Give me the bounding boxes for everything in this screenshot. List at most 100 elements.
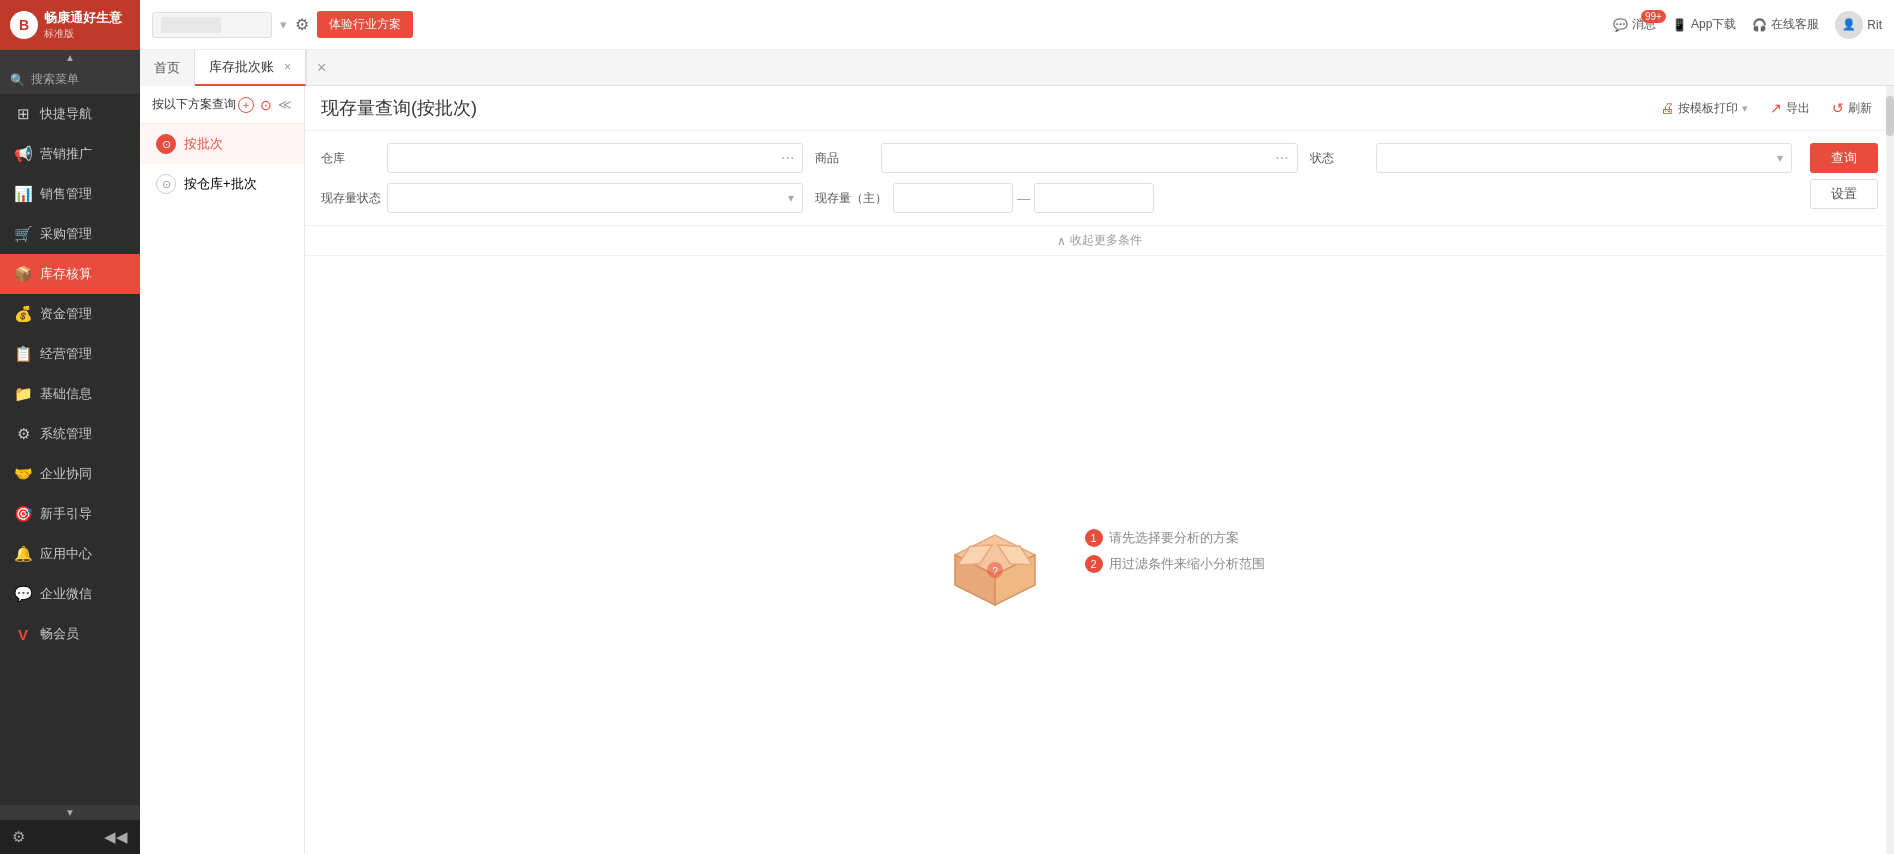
product-input[interactable]: ··· [881,143,1297,173]
tab-home[interactable]: 首页 [140,50,195,86]
tab-area-close-btn[interactable]: × [306,50,336,86]
print-button[interactable]: 🖨 按模板打印 ▾ [1654,97,1754,120]
inventory-qty-group: 现存量（主） — [815,183,1297,213]
collapse-bar[interactable]: ∧ 收起更多条件 [305,226,1894,256]
sidebar-item-operations[interactable]: 📋 经营管理 [0,334,140,374]
sidebar-label-sales: 销售管理 [40,185,92,203]
sidebar-label-member: 畅会员 [40,625,79,643]
tab-home-label: 首页 [154,59,180,77]
filter-panel-actions: + ⊙ ≪ [238,97,292,113]
inventory-qty-min-input[interactable] [893,183,1013,213]
query-button[interactable]: 查询 [1810,143,1878,173]
product-dots[interactable]: ··· [1275,149,1288,167]
topbar: ▾ ⚙ 体验行业方案 💬 消息 99+ 📱 App下载 🎧 在线客服 👤 Rit [140,0,1894,50]
sidebar-search-label: 搜索菜单 [31,71,79,88]
inventory-status-arrow[interactable]: ▾ [788,191,794,205]
filter-form: 仓库 ··· 商品 ··· [305,131,1894,226]
topbar-settings-icon[interactable]: ⚙ [295,15,309,34]
filter-scheme-by-batch[interactable]: ⊙ 按批次 [140,124,304,164]
tab-close-icon[interactable]: × [284,60,291,74]
empty-tip-1: 1 请先选择要分析的方案 [1085,529,1265,547]
sidebar-item-wechat[interactable]: 💬 企业微信 [0,574,140,614]
scrollbar-thumb[interactable] [1886,96,1894,136]
tab-batch-ledger[interactable]: 库存批次账 × [195,50,306,86]
sidebar-item-app-center[interactable]: 🔔 应用中心 [0,534,140,574]
refresh-button[interactable]: ↺ 刷新 [1826,97,1878,120]
scheme-label-warehouse-batch: 按仓库+批次 [184,175,257,193]
inventory-status-select[interactable]: ▾ [387,183,803,213]
refresh-label: 刷新 [1848,100,1872,117]
warehouse-label: 仓库 [321,150,381,167]
tip-number-1: 1 [1085,529,1103,547]
sidebar-item-sales[interactable]: 📊 销售管理 [0,174,140,214]
right-scrollbar[interactable] [1886,86,1894,854]
nav-icon-purchase: 🛒 [14,225,32,243]
topbar-search-input[interactable] [161,17,221,33]
scheme-icon-batch: ⊙ [156,134,176,154]
nav-icon-operations: 📋 [14,345,32,363]
experience-industry-button[interactable]: 体验行业方案 [317,11,413,38]
user-avatar: 👤 [1835,11,1863,39]
inventory-qty-max-input[interactable] [1034,183,1154,213]
topbar-search-box[interactable] [152,12,272,38]
filter-panel-header: 按以下方案查询 + ⊙ ≪ [140,86,304,124]
message-action[interactable]: 💬 消息 99+ [1613,16,1656,33]
sidebar-item-enterprise[interactable]: 🤝 企业协同 [0,454,140,494]
filter-panel-collapse-icon[interactable]: ≪ [278,97,292,112]
sidebar-item-inventory[interactable]: 📦 库存核算 [0,254,140,294]
sidebar-label-purchase: 采购管理 [40,225,92,243]
sidebar-label-system: 系统管理 [40,425,92,443]
sidebar-item-purchase[interactable]: 🛒 采购管理 [0,214,140,254]
nav-icon-system: ⚙ [14,425,32,443]
app-download-label: App下载 [1691,16,1736,33]
nav-icon-marketing: 📢 [14,145,32,163]
sidebar-scroll-up[interactable]: ▲ [0,50,140,65]
nav-icon-basic: 📁 [14,385,32,403]
export-button[interactable]: ↗ 导出 [1764,97,1816,120]
sidebar-header: B 畅康通好生意 标准版 [0,0,140,50]
empty-tips: 1 请先选择要分析的方案 2 用过滤条件来缩小分析范围 [1085,529,1265,581]
footer-settings-icon[interactable]: ⚙ [12,828,25,846]
empty-state: ? 1 请先选择要分析的方案 2 用过滤条件来缩小分析范围 [305,256,1894,854]
filter-scheme-by-warehouse-batch[interactable]: ⊙ 按仓库+批次 [140,164,304,204]
status-input[interactable]: ▾ [1376,143,1792,173]
sidebar-item-guide[interactable]: 🎯 新手引导 [0,494,140,534]
nav-icon-app-center: 🔔 [14,545,32,563]
app-download-action[interactable]: 📱 App下载 [1672,16,1736,33]
nav-icon-guide: 🎯 [14,505,32,523]
warehouse-dots[interactable]: ··· [781,149,794,167]
status-arrow[interactable]: ▾ [1777,151,1783,165]
nav-icon-member: V [14,626,32,643]
sidebar-item-marketing[interactable]: 📢 营销推广 [0,134,140,174]
app-title: 畅康通好生意 [44,10,122,27]
sidebar-scroll-down[interactable]: ▼ [0,805,140,820]
nav-icon-quick: ⊞ [14,105,32,123]
tip-number-2: 2 [1085,555,1103,573]
settings-button[interactable]: 设置 [1810,179,1878,209]
phone-icon: 📱 [1672,18,1687,32]
print-dropdown-icon[interactable]: ▾ [1742,102,1748,115]
sidebar-item-system[interactable]: ⚙ 系统管理 [0,414,140,454]
query-area: 现存量查询(按批次) 🖨 按模板打印 ▾ ↗ 导出 ↺ 刷新 [305,86,1894,854]
print-icon: 🖨 [1660,100,1674,116]
sidebar-item-quick-nav[interactable]: ⊞ 快捷导航 [0,94,140,134]
sidebar-search[interactable]: 🔍 搜索菜单 [0,65,140,94]
topbar-actions: 💬 消息 99+ 📱 App下载 🎧 在线客服 👤 Rit [1613,11,1882,39]
online-service-action[interactable]: 🎧 在线客服 [1752,16,1819,33]
search-icon: 🔍 [10,73,25,87]
app-name-block: 畅康通好生意 标准版 [44,10,122,40]
warehouse-input[interactable]: ··· [387,143,803,173]
sidebar-item-basic[interactable]: 📁 基础信息 [0,374,140,414]
filter-add-icon[interactable]: + [238,97,254,113]
filter-row-2: 现存量状态 ▾ 现存量（主） [321,183,1792,213]
app-version: 标准版 [44,27,122,40]
headset-icon: 🎧 [1752,18,1767,32]
filter-settings-scheme-icon[interactable]: ⊙ [260,97,272,113]
page-content: 按以下方案查询 + ⊙ ≪ ⊙ 按批次 ⊙ 按仓库+批次 现存量查询(按批次) [140,86,1894,854]
sidebar-item-finance[interactable]: 💰 资金管理 [0,294,140,334]
sidebar-item-member[interactable]: V 畅会员 [0,614,140,654]
topbar-dropdown-icon[interactable]: ▾ [280,17,287,32]
tip-text-1: 请先选择要分析的方案 [1109,529,1239,547]
user-avatar-action[interactable]: 👤 Rit [1835,11,1882,39]
footer-collapse-icon[interactable]: ◀◀ [104,828,128,846]
